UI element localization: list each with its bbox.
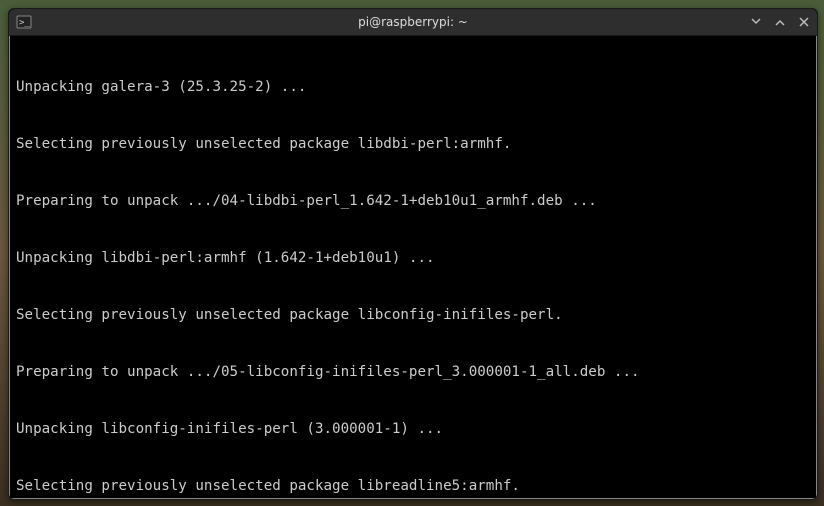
terminal-line: Preparing to unpack .../04-libdbi-perl_1… — [16, 192, 810, 211]
terminal-line: Preparing to unpack .../05-libconfig-ini… — [16, 363, 810, 382]
svg-text:>_: >_ — [19, 18, 30, 28]
terminal-line: Unpacking galera-3 (25.3.25-2) ... — [16, 78, 810, 97]
terminal-icon: >_ — [15, 13, 33, 31]
terminal-line: Selecting previously unselected package … — [16, 306, 810, 325]
window-controls — [749, 9, 811, 35]
terminal-window: >_ pi@raspberrypi: ~ Unpacking galera-3 … — [8, 8, 818, 500]
close-button[interactable] — [797, 15, 811, 29]
minimize-button[interactable] — [749, 15, 763, 29]
terminal-line: Unpacking libconfig-inifiles-perl (3.000… — [16, 420, 810, 439]
terminal-body[interactable]: Unpacking galera-3 (25.3.25-2) ... Selec… — [9, 36, 817, 499]
maximize-button[interactable] — [773, 15, 787, 29]
terminal-line: Selecting previously unselected package … — [16, 477, 810, 496]
terminal-line: Unpacking libdbi-perl:armhf (1.642-1+deb… — [16, 249, 810, 268]
titlebar[interactable]: >_ pi@raspberrypi: ~ — [9, 9, 817, 36]
terminal-line: Selecting previously unselected package … — [16, 135, 810, 154]
window-title: pi@raspberrypi: ~ — [358, 15, 468, 29]
